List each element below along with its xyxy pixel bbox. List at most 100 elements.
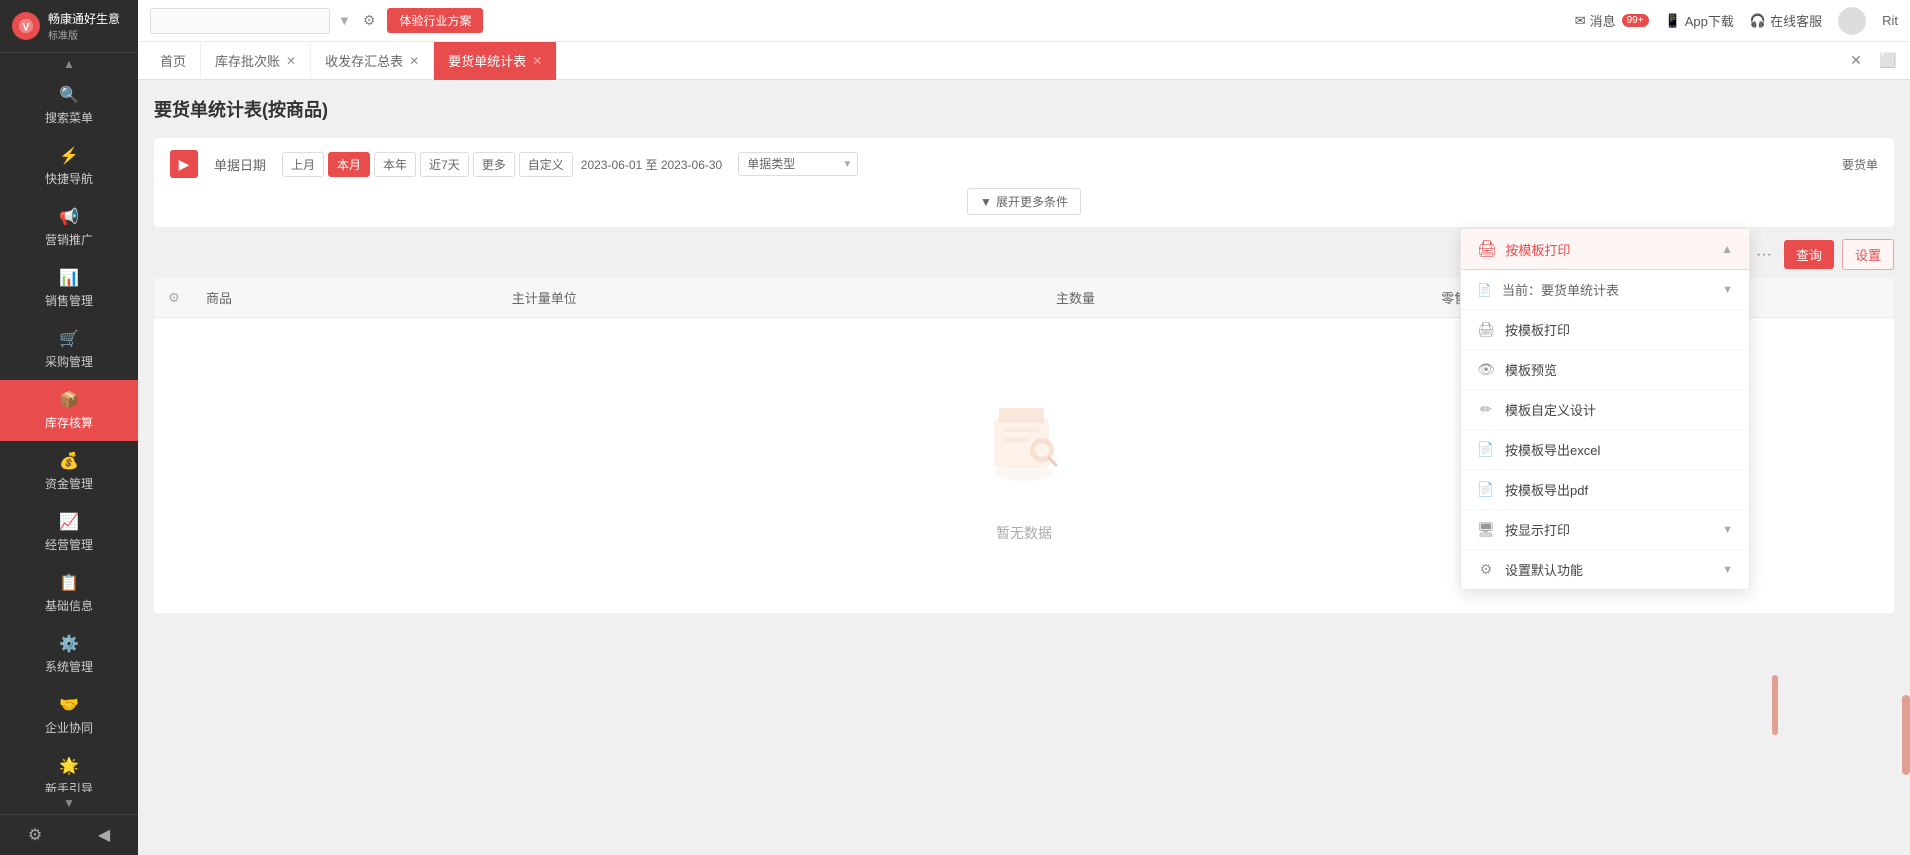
online-service-button[interactable]: 🎧 在线客服 <box>1750 11 1822 30</box>
dropdown-item-display-print[interactable]: 🖥 按显示打印 ▼ <box>1461 510 1749 550</box>
tab-home[interactable]: 首页 <box>146 42 201 80</box>
gear-icon[interactable]: ⚙ <box>363 12 376 29</box>
cooperation-icon: 🤝 <box>59 695 79 715</box>
date-filter-label: 单据日期 <box>214 155 266 174</box>
headset-icon: 🎧 <box>1750 13 1766 29</box>
template-custom-icon: ✏ <box>1477 401 1495 418</box>
table-col-unit: 主计量单位 <box>500 278 1044 318</box>
sidebar-item-label: 营销推广 <box>45 231 93 248</box>
date-btn-current-month[interactable]: 本月 <box>328 152 370 177</box>
table-col-goods: 商品 <box>194 278 500 318</box>
display-print-icon: 🖥 <box>1477 521 1495 538</box>
expand-more-button[interactable]: ▼ 展开更多条件 <box>967 188 1081 215</box>
sidebar-item-label: 采购管理 <box>45 353 93 370</box>
sidebar-item-label: 资金管理 <box>45 475 93 492</box>
print-dropdown-panel: 🖨 按模板打印 ▲ 📄 当前：要货单统计表 ▼ 🖨 按模板打印 <box>1460 228 1750 590</box>
settings-icon[interactable]: ⚙ <box>28 825 42 845</box>
dropdown-header[interactable]: 🖨 按模板打印 ▲ <box>1461 229 1749 270</box>
page-area: 要货单统计表(按商品) ▶ 单据日期 上月 本月 本年 近7天 更多 自定义 <box>138 80 1910 855</box>
export-pdf-label: 按模板导出pdf <box>1505 480 1733 499</box>
phone-icon: 📱 <box>1665 13 1681 29</box>
sidebar-item-label: 基础信息 <box>45 597 93 614</box>
message-icon: ✉ <box>1575 13 1586 29</box>
close-tab-button[interactable]: ✕ <box>1842 47 1870 75</box>
dropdown-item-template-custom[interactable]: ✏ 模板自定义设计 <box>1461 390 1749 430</box>
table-col-settings[interactable]: ⚙ <box>154 278 194 318</box>
message-badge: 99+ <box>1622 14 1649 27</box>
date-btn-more[interactable]: 更多 <box>473 152 515 177</box>
sidebar-scroll-up[interactable]: ▲ <box>0 53 138 75</box>
date-btn-7days[interactable]: 近7天 <box>420 152 469 177</box>
svg-text:V: V <box>22 22 30 34</box>
tab-receipt-summary[interactable]: 收发存汇总表 ✕ <box>311 42 434 80</box>
sidebar-item-guide[interactable]: 🌟 新手引导 <box>0 746 138 792</box>
message-button[interactable]: ✉ 消息 99+ <box>1575 11 1649 30</box>
dropdown-item-set-default[interactable]: ⚙ 设置默认功能 ▼ <box>1461 550 1749 589</box>
tab-close-inventory-batch[interactable]: ✕ <box>286 54 296 68</box>
current-template-arrow: ▼ <box>1722 284 1733 296</box>
order-goods-select-wrapper: 要货单 <box>1842 156 1878 173</box>
sidebar-item-shortcut[interactable]: ⚡ 快捷导航 <box>0 136 138 197</box>
dropdown-item-export-pdf[interactable]: 📄 按模板导出pdf <box>1461 470 1749 510</box>
table-col-qty: 主数量 <box>1044 278 1429 318</box>
sidebar-item-system[interactable]: ⚙️ 系统管理 <box>0 624 138 685</box>
sidebar-scroll-down[interactable]: ▼ <box>0 792 138 814</box>
order-type-select[interactable]: 单据类型 <box>738 152 858 176</box>
sidebar-item-purchase[interactable]: 🛒 采购管理 <box>0 319 138 380</box>
sidebar-item-label: 销售管理 <box>45 292 93 309</box>
chevron-right-icon: ▶ <box>179 156 190 173</box>
settings-button[interactable]: 设置 <box>1842 239 1894 270</box>
dropdown-header-left: 🖨 按模板打印 <box>1477 239 1570 259</box>
sidebar-item-search[interactable]: 🔍 搜索菜单 <box>0 75 138 136</box>
column-settings-icon[interactable]: ⚙ <box>168 290 180 305</box>
sidebar-item-marketing[interactable]: 📢 营销推广 <box>0 197 138 258</box>
display-print-label: 按显示打印 <box>1505 520 1712 539</box>
current-template-label: 当前：要货单统计表 <box>1502 280 1619 299</box>
template-preview-label: 模板预览 <box>1505 360 1733 379</box>
dropdown-current-template[interactable]: 📄 当前：要货单统计表 ▼ <box>1461 270 1749 310</box>
order-type-select-wrapper: 单据类型 ▼ <box>738 152 858 176</box>
operation-icon: 📈 <box>59 512 79 532</box>
sidebar-item-label: 搜索菜单 <box>45 109 93 126</box>
topbar: ▼ ⚙ 体验行业方案 ✉ 消息 99+ 📱 App下载 🎧 在线客服 Rit <box>138 0 1910 42</box>
sidebar: V 畅康通好生意 标准版 ▲ 🔍 搜索菜单 ⚡ 快捷导航 📢 营销推广 <box>0 0 138 855</box>
inventory-icon: 📦 <box>59 390 79 410</box>
template-preview-icon: 👁 <box>1477 361 1495 378</box>
dropdown-item-export-excel[interactable]: 📄 按模板导出excel <box>1461 430 1749 470</box>
sidebar-item-sales[interactable]: 📊 销售管理 <box>0 258 138 319</box>
logo-text: 畅康通好生意 标准版 <box>48 10 120 42</box>
tab-close-order-stats[interactable]: ✕ <box>532 54 542 68</box>
template-print-icon: 🖨 <box>1477 321 1495 338</box>
page-scrollbar-thumb[interactable] <box>1902 695 1910 775</box>
filter-toggle[interactable]: ▶ <box>170 150 198 178</box>
tab-inventory-batch[interactable]: 库存批次账 ✕ <box>201 42 311 80</box>
dropdown-title: 按模板打印 <box>1505 240 1570 259</box>
expand-tab-button[interactable]: ⬜ <box>1874 47 1902 75</box>
search-input[interactable] <box>150 8 330 34</box>
trial-button[interactable]: 体验行业方案 <box>387 8 483 33</box>
export-pdf-icon: 📄 <box>1477 481 1495 498</box>
sidebar-item-label: 快捷导航 <box>45 170 93 187</box>
guide-icon: 🌟 <box>59 756 79 776</box>
tab-close-receipt-summary[interactable]: ✕ <box>409 54 419 68</box>
avatar[interactable] <box>1838 7 1866 35</box>
dropdown-arrow-icon[interactable]: ▼ <box>338 13 351 28</box>
sidebar-item-finance[interactable]: 💰 资金管理 <box>0 441 138 502</box>
sidebar-item-operation[interactable]: 📈 经营管理 <box>0 502 138 563</box>
dropdown-item-template-preview[interactable]: 👁 模板预览 <box>1461 350 1749 390</box>
sidebar-item-basic[interactable]: 📋 基础信息 <box>0 563 138 624</box>
sales-icon: 📊 <box>59 268 79 288</box>
sidebar-item-inventory[interactable]: 📦 库存核算 <box>0 380 138 441</box>
query-button[interactable]: 查询 <box>1784 240 1834 269</box>
sidebar-item-cooperation[interactable]: 🤝 企业协同 <box>0 685 138 746</box>
date-btn-prev-month[interactable]: 上月 <box>282 152 324 177</box>
more-actions-icon[interactable]: ··· <box>1752 242 1776 268</box>
app-download-button[interactable]: 📱 App下载 <box>1665 11 1734 30</box>
basic-icon: 📋 <box>59 573 79 593</box>
tab-order-stats[interactable]: 要货单统计表 ✕ <box>434 42 557 80</box>
date-btn-custom[interactable]: 自定义 <box>519 152 573 177</box>
dropdown-item-template-print[interactable]: 🖨 按模板打印 <box>1461 310 1749 350</box>
date-btn-current-year[interactable]: 本年 <box>374 152 416 177</box>
collapse-icon[interactable]: ◀ <box>98 825 110 845</box>
dropdown-collapse-icon[interactable]: ▲ <box>1721 242 1733 256</box>
